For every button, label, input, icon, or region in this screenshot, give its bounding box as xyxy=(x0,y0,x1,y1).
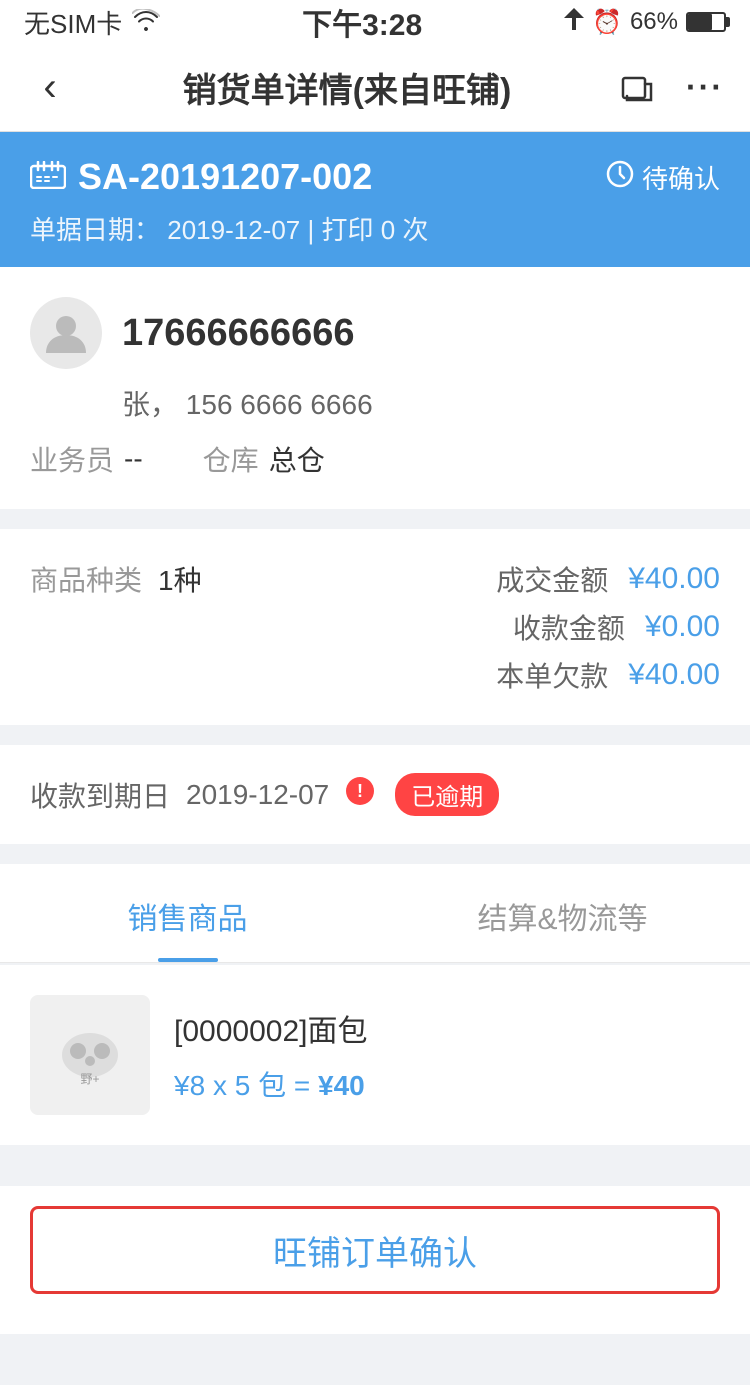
product-price-row: ¥8 x 5 包 = ¥40 xyxy=(174,1064,720,1104)
customer-phone: 17666666666 xyxy=(122,312,354,355)
due-section: 收款到期日 2019-12-07 ! 已逾期 xyxy=(0,745,750,844)
product-total: ¥40 xyxy=(318,1070,365,1101)
tab-sales-product[interactable]: 销售商品 xyxy=(0,864,375,962)
product-section: 野+ [0000002]面包 ¥8 x 5 包 = ¥40 xyxy=(0,965,750,1145)
customer-meta: 业务员 -- 仓库 总仓 xyxy=(30,439,720,479)
overdue-badge: 已逾期 xyxy=(395,773,499,816)
due-label: 收款到期日 xyxy=(30,775,170,815)
carrier-text: 无SIM卡 xyxy=(24,4,122,41)
nav-bar: ‹ 销货单详情(来自旺铺) ··· xyxy=(0,44,750,132)
wifi-icon xyxy=(132,7,160,38)
product-item: 野+ [0000002]面包 ¥8 x 5 包 = ¥40 xyxy=(30,995,720,1115)
salesperson-item: 业务员 -- xyxy=(30,439,143,479)
tab-settlement[interactable]: 结算&物流等 xyxy=(375,864,750,962)
received-row: 收款金额 ¥0.00 xyxy=(513,607,720,647)
warehouse-item: 仓库 总仓 xyxy=(203,439,325,479)
confirm-button-wrap: 旺铺订单确认 xyxy=(0,1186,750,1334)
customer-top: 17666666666 xyxy=(30,297,720,369)
location-icon xyxy=(564,8,584,37)
status-time: 下午3:28 xyxy=(302,0,422,44)
status-bar: 无SIM卡 下午3:28 ⏰ 66% xyxy=(0,0,750,44)
due-date: 2019-12-07 xyxy=(186,779,329,811)
battery-icon xyxy=(686,12,726,32)
order-header: SA-20191207-002 待确认 单据日期： 2019-12-07 | 打… xyxy=(0,132,750,267)
confirm-order-button[interactable]: 旺铺订单确认 xyxy=(30,1206,720,1294)
more-button[interactable]: ··· xyxy=(680,63,730,113)
order-status: 待确认 xyxy=(606,159,720,196)
nav-actions: ··· xyxy=(614,63,730,113)
product-thumbnail: 野+ xyxy=(30,995,150,1115)
order-icon xyxy=(30,156,66,198)
order-meta: 单据日期： 2019-12-07 | 打印 0 次 xyxy=(30,210,720,247)
page-title: 销货单详情(来自旺铺) xyxy=(80,63,614,112)
product-info: [0000002]面包 ¥8 x 5 包 = ¥40 xyxy=(174,1006,720,1104)
tabs: 销售商品 结算&物流等 xyxy=(0,864,750,963)
product-name: [0000002]面包 xyxy=(174,1006,720,1050)
stats-section: 商品种类 1种 成交金额 ¥40.00 收款金额 ¥0.00 本单欠款 ¥40.… xyxy=(0,529,750,725)
clock-icon xyxy=(606,160,634,195)
share-button[interactable] xyxy=(614,63,664,113)
svg-text:野+: 野+ xyxy=(80,1072,99,1085)
order-id-text: SA-20191207-002 xyxy=(78,156,372,198)
customer-section: 17666666666 张， 156 6666 6666 业务员 -- 仓库 总… xyxy=(0,267,750,509)
amounts: 成交金额 ¥40.00 收款金额 ¥0.00 本单欠款 ¥40.00 xyxy=(496,559,720,695)
battery-percent: 66% xyxy=(630,8,678,36)
status-left: 无SIM卡 xyxy=(24,4,160,41)
customer-name: 张， 156 6666 6666 xyxy=(30,383,720,423)
back-button[interactable]: ‹ xyxy=(20,58,80,118)
owed-row: 本单欠款 ¥40.00 xyxy=(496,655,720,695)
warning-icon: ! xyxy=(345,776,375,813)
product-type: 商品种类 1种 xyxy=(30,559,496,599)
avatar xyxy=(30,297,102,369)
svg-text:!: ! xyxy=(357,781,363,801)
alarm-icon: ⏰ xyxy=(592,8,622,37)
status-right: ⏰ 66% xyxy=(564,8,726,37)
transaction-row: 成交金额 ¥40.00 xyxy=(496,559,720,599)
order-id-row: SA-20191207-002 xyxy=(30,156,372,198)
status-text: 待确认 xyxy=(642,159,720,196)
